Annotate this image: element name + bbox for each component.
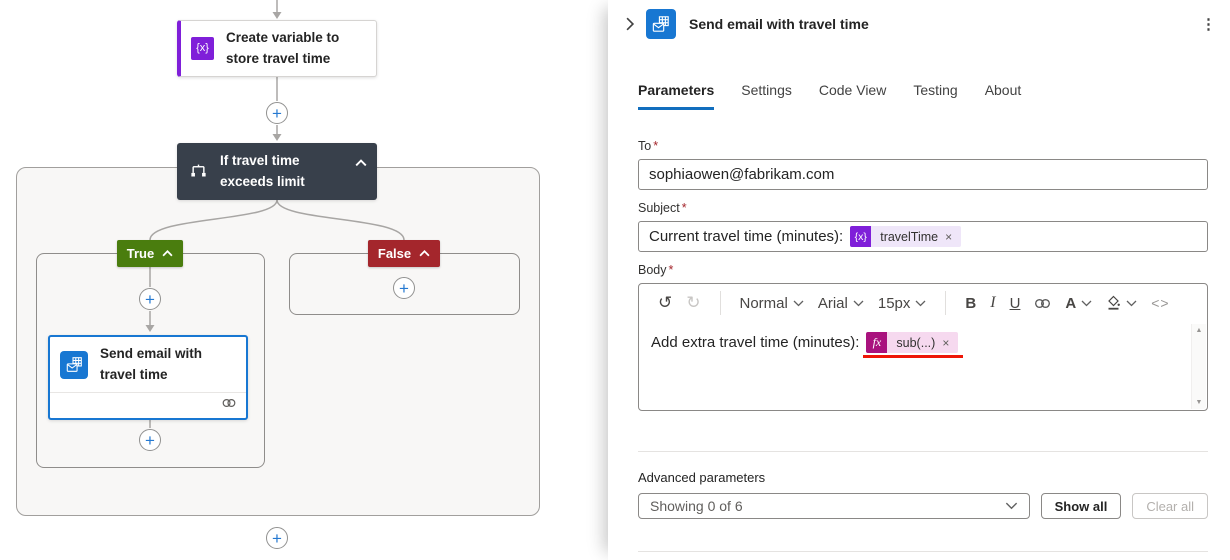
panel-title: Send email with travel time bbox=[689, 16, 869, 32]
insert-step-button-below-send-email[interactable]: + bbox=[139, 429, 161, 451]
tab-about[interactable]: About bbox=[985, 82, 1022, 110]
required-mark: * bbox=[653, 139, 659, 153]
show-all-button[interactable]: Show all bbox=[1040, 493, 1122, 519]
subject-field: Subject * Current travel time (minutes): … bbox=[638, 201, 1208, 252]
subject-input[interactable]: Current travel time (minutes): {x} trave… bbox=[638, 221, 1208, 252]
tab-testing[interactable]: Testing bbox=[913, 82, 957, 110]
body-label: Body * bbox=[638, 263, 674, 277]
section-divider bbox=[638, 451, 1208, 452]
connector-lines bbox=[145, 0, 405, 428]
advanced-parameters-label: Advanced parameters bbox=[638, 470, 766, 485]
scroll-up-icon[interactable]: ▲ bbox=[1196, 327, 1203, 334]
function-icon: fx bbox=[866, 332, 888, 353]
insert-step-button-true-branch[interactable]: + bbox=[139, 288, 161, 310]
underline-button[interactable]: U bbox=[1003, 288, 1028, 318]
subject-text: Current travel time (minutes): bbox=[649, 228, 844, 245]
remove-token-icon[interactable]: × bbox=[942, 336, 949, 350]
node-header: Send email with travel time bbox=[50, 337, 246, 393]
node-label: If travel time exceeds limit bbox=[220, 152, 305, 189]
font-color-dropdown[interactable]: A bbox=[1058, 288, 1099, 318]
body-text: Add extra travel time (minutes): bbox=[651, 334, 860, 351]
link-icon bbox=[1035, 298, 1051, 308]
editor-toolbar: ↺ ↻ Normal Arial 15px B I U A <> bbox=[639, 284, 1207, 323]
insert-link-button[interactable] bbox=[1027, 288, 1058, 318]
to-field: To * bbox=[638, 139, 1208, 190]
token-label: travelTime bbox=[880, 229, 939, 244]
badge-label: False bbox=[377, 246, 412, 261]
subject-label: Subject * bbox=[638, 201, 687, 215]
panel-tabs: Parameters Settings Code View Testing Ab… bbox=[638, 82, 1208, 110]
node-condition[interactable]: If travel time exceeds limit bbox=[177, 143, 377, 200]
required-mark: * bbox=[668, 263, 674, 277]
advanced-parameters-row: Showing 0 of 6 Show all Clear all bbox=[638, 493, 1208, 519]
connection-reference-icon[interactable] bbox=[221, 395, 237, 416]
true-branch-badge[interactable]: True bbox=[117, 240, 183, 267]
badge-label: True bbox=[126, 246, 155, 261]
remove-token-icon[interactable]: × bbox=[945, 230, 952, 244]
chevron-down-icon bbox=[1005, 502, 1017, 510]
highlight-color-dropdown[interactable] bbox=[1099, 288, 1144, 318]
required-mark: * bbox=[681, 201, 687, 215]
insert-step-button-false-branch[interactable]: + bbox=[393, 277, 415, 299]
node-label: Create variable to store travel time bbox=[226, 29, 340, 66]
toolbar-divider bbox=[719, 291, 721, 315]
toolbar-divider bbox=[945, 291, 947, 315]
scroll-down-icon[interactable]: ▼ bbox=[1196, 399, 1203, 406]
chevron-up-icon bbox=[419, 250, 430, 257]
node-create-variable[interactable]: {x} Create variable to store travel time bbox=[177, 20, 377, 77]
collapse-chevron-icon[interactable] bbox=[355, 153, 367, 174]
italic-button[interactable]: I bbox=[983, 288, 1002, 318]
false-branch-badge[interactable]: False bbox=[368, 240, 440, 267]
font-family-dropdown[interactable]: Arial bbox=[811, 288, 871, 318]
highlight-icon bbox=[1108, 295, 1121, 310]
insert-step-button-after-condition[interactable]: + bbox=[266, 527, 288, 549]
undo-button[interactable]: ↺ bbox=[651, 288, 679, 318]
collapse-panel-button[interactable] bbox=[618, 12, 642, 36]
section-divider bbox=[638, 551, 1208, 552]
node-send-email[interactable]: Send email with travel time bbox=[48, 335, 248, 420]
condition-icon bbox=[189, 162, 208, 181]
clear-all-button[interactable]: Clear all bbox=[1132, 493, 1208, 519]
code-view-button[interactable]: <> bbox=[1144, 288, 1176, 318]
more-menu-button[interactable]: ⋮ bbox=[1201, 15, 1216, 33]
body-input[interactable]: Add extra travel time (minutes): fx sub(… bbox=[639, 323, 1207, 410]
dropdown-value: Showing 0 of 6 bbox=[650, 498, 743, 514]
workflow-canvas: {x} Create variable to store travel time… bbox=[0, 0, 608, 560]
to-input[interactable] bbox=[638, 159, 1208, 190]
paragraph-style-dropdown[interactable]: Normal bbox=[733, 288, 811, 318]
chevron-down-icon bbox=[915, 300, 926, 306]
font-size-dropdown[interactable]: 15px bbox=[871, 288, 934, 318]
outlook-icon bbox=[60, 350, 88, 379]
variable-icon: {x} bbox=[850, 226, 872, 247]
redo-button[interactable]: ↻ bbox=[679, 288, 707, 318]
traveltime-token[interactable]: {x} travelTime × bbox=[850, 226, 962, 247]
tab-code-view[interactable]: Code View bbox=[819, 82, 886, 110]
bold-button[interactable]: B bbox=[958, 288, 983, 318]
chevron-up-icon bbox=[162, 250, 173, 257]
variable-icon: {x} bbox=[191, 37, 214, 60]
outlook-icon bbox=[646, 9, 676, 39]
body-field: Body * ↺ ↻ Normal Arial 15px B I U A <> … bbox=[638, 263, 1208, 411]
node-label: Send email with travel time bbox=[100, 345, 203, 382]
editor-scrollbar[interactable]: ▲ ▼ bbox=[1191, 324, 1206, 409]
expression-token[interactable]: fx sub(...) × bbox=[863, 332, 964, 358]
rich-text-editor: ↺ ↻ Normal Arial 15px B I U A <> Add ext… bbox=[638, 283, 1208, 411]
chevron-down-icon bbox=[1081, 300, 1092, 306]
token-label: sub(...) bbox=[896, 335, 936, 350]
panel-header: Send email with travel time ⋮ bbox=[618, 9, 1216, 39]
chevron-down-icon bbox=[853, 300, 864, 306]
action-details-panel: Send email with travel time ⋮ Parameters… bbox=[608, 0, 1230, 560]
insert-step-button[interactable]: + bbox=[266, 102, 288, 124]
advanced-parameters-dropdown[interactable]: Showing 0 of 6 bbox=[638, 493, 1030, 519]
chevron-down-icon bbox=[1126, 300, 1137, 306]
tab-parameters[interactable]: Parameters bbox=[638, 82, 715, 110]
to-label: To * bbox=[638, 139, 659, 153]
chevron-down-icon bbox=[793, 300, 804, 306]
tab-settings[interactable]: Settings bbox=[741, 82, 792, 110]
